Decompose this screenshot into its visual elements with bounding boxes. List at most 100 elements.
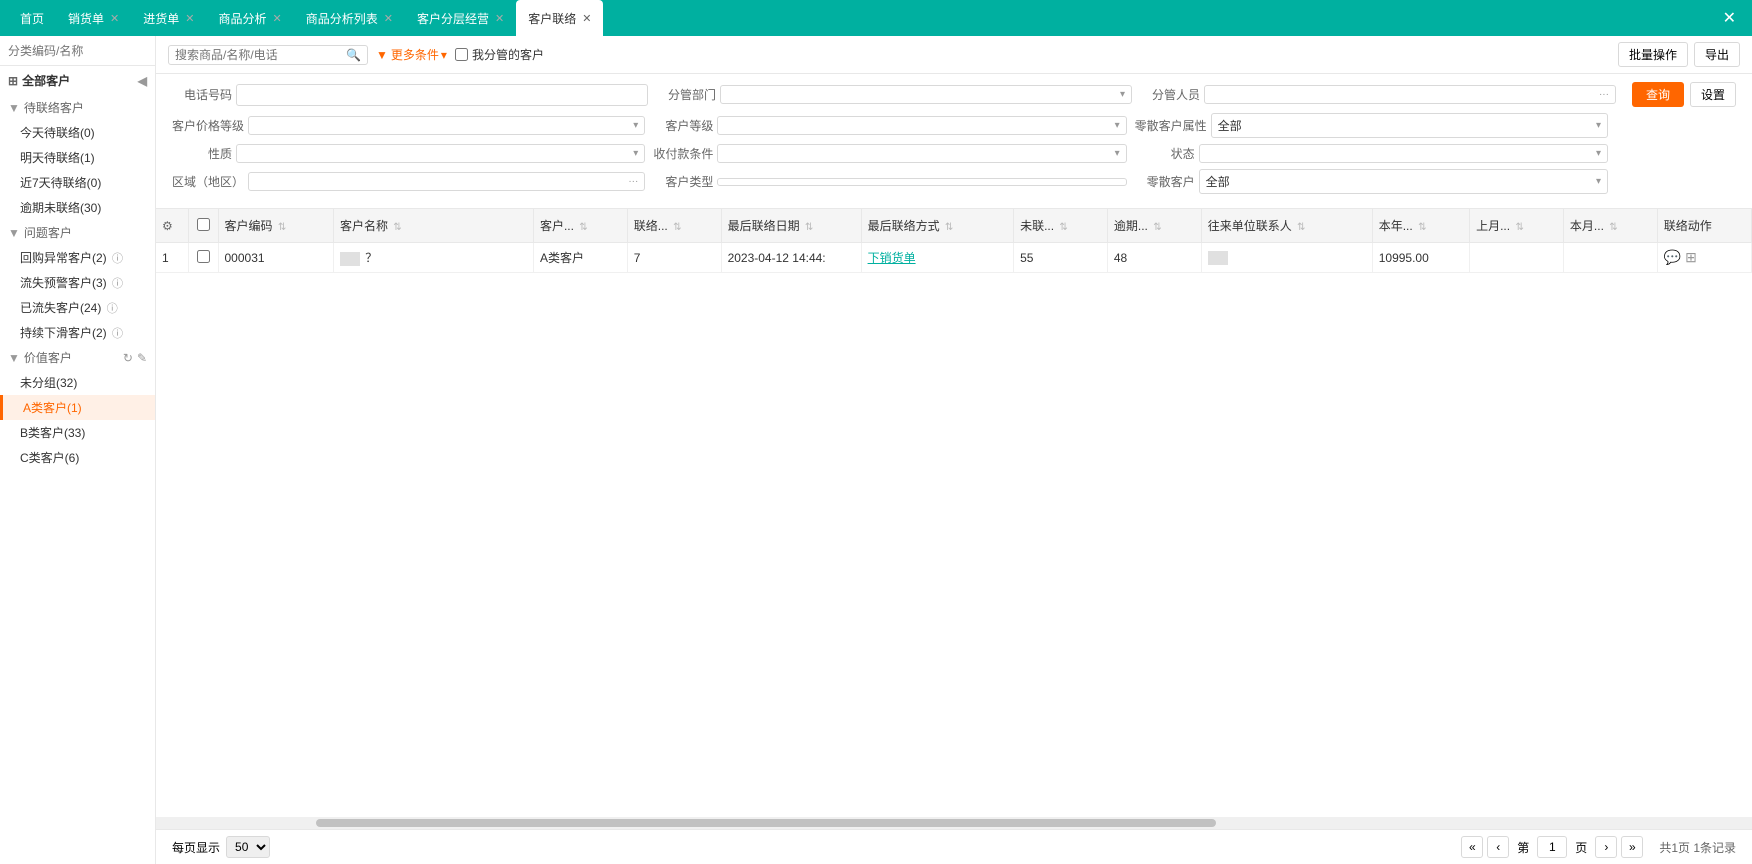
next-page-btn[interactable]: › — [1595, 836, 1617, 858]
page-number-input[interactable] — [1537, 836, 1567, 858]
customer-level-select[interactable]: ▾ — [717, 116, 1126, 135]
sort-date[interactable]: ⇅ — [805, 222, 813, 233]
close-product-analysis[interactable]: ✕ — [273, 12, 282, 25]
horizontal-scrollbar[interactable] — [156, 817, 1752, 829]
sort-unit[interactable]: ⇅ — [1297, 222, 1305, 233]
sidebar-search-container: 🔍 — [0, 36, 155, 66]
retail-customer-select[interactable]: 全部 ▾ — [1199, 169, 1608, 194]
prev-page-btn[interactable]: ‹ — [1487, 836, 1509, 858]
price-level-select[interactable]: ▾ — [248, 116, 645, 135]
close-customer-segmentation[interactable]: ✕ — [495, 12, 504, 25]
batch-op-button[interactable]: 批量操作 — [1618, 42, 1688, 67]
nav-purchase-order[interactable]: 进货单 ✕ — [131, 0, 206, 36]
sort-contact[interactable]: ⇅ — [673, 222, 681, 233]
close-product-analysis-list[interactable]: ✕ — [384, 12, 393, 25]
filter-search-input[interactable] — [175, 48, 346, 62]
nav-product-analysis-list[interactable]: 商品分析列表 ✕ — [294, 0, 405, 36]
payment-select[interactable]: ▾ — [717, 144, 1126, 163]
arrow-value: ▼ — [8, 351, 20, 365]
more-conditions-btn[interactable]: ▼ 更多条件 ▾ — [376, 46, 447, 63]
sidebar-item-unclassified[interactable]: 未分组(32) — [0, 370, 155, 395]
first-page-btn[interactable]: « — [1461, 836, 1483, 858]
group-value-customers[interactable]: ▼ 价值客户 ↻ ✎ — [0, 345, 155, 370]
sort-this-month[interactable]: ⇅ — [1609, 222, 1617, 233]
qr-icon[interactable]: ⊞ — [1685, 249, 1697, 266]
settings-button[interactable]: 设置 — [1690, 82, 1736, 107]
all-customers-header[interactable]: ⊞ 全部客户 ◀ — [0, 66, 155, 95]
select-all-checkbox[interactable] — [197, 218, 210, 231]
sidebar-item-churn-warning[interactable]: 流失预警客户(3) ⓘ — [0, 270, 155, 295]
row-checkbox[interactable] — [197, 250, 210, 263]
nature-select[interactable]: ▾ — [236, 144, 645, 163]
query-button[interactable]: 查询 — [1632, 82, 1684, 107]
th-contact: 联络... ⇅ — [627, 209, 721, 243]
nav-customer-segmentation[interactable]: 客户分层经营 ✕ — [405, 0, 516, 36]
close-sales-order[interactable]: ✕ — [110, 12, 119, 25]
person-select[interactable]: ··· — [1204, 85, 1616, 104]
nav-product-analysis[interactable]: 商品分析 ✕ — [206, 0, 293, 36]
my-customers-checkbox-area[interactable]: 我分管的客户 — [455, 46, 544, 63]
sidebar-item-repurchase-abnormal[interactable]: 回购异常客户(2) ⓘ — [0, 245, 155, 270]
person-arrow: ··· — [1599, 89, 1609, 100]
name-color-block — [340, 252, 360, 266]
value-group-actions: ↻ ✎ — [119, 351, 147, 365]
retail-attr-select[interactable]: 全部 ▾ — [1211, 113, 1608, 138]
close-purchase-order[interactable]: ✕ — [185, 12, 194, 25]
th-overdue: 逾期... ⇅ — [1107, 209, 1201, 243]
sidebar-item-7days[interactable]: 近7天待联络(0) — [0, 170, 155, 195]
sort-name[interactable]: ⇅ — [393, 222, 401, 233]
sort-method[interactable]: ⇅ — [945, 222, 953, 233]
last-page-btn[interactable]: » — [1621, 836, 1643, 858]
my-customers-checkbox[interactable] — [455, 48, 468, 61]
scroll-thumb — [316, 819, 1216, 827]
export-button[interactable]: 导出 — [1694, 42, 1740, 67]
sort-last-month[interactable]: ⇅ — [1515, 222, 1523, 233]
group-pending-contact[interactable]: ▼ 待联络客户 — [0, 95, 155, 120]
sidebar-item-churned[interactable]: 已流失客户(24) ⓘ — [0, 295, 155, 320]
nav-customer-contact[interactable]: 客户联络 ✕ — [516, 0, 603, 36]
chat-icon[interactable]: 💬 — [1664, 249, 1681, 266]
sidebar-collapse-icon[interactable]: ◀ — [138, 74, 147, 88]
sidebar-item-class-a[interactable]: A类客户(1) — [0, 395, 155, 420]
sort-code[interactable]: ⇅ — [278, 222, 286, 233]
th-last-contact-date: 最后联络日期 ⇅ — [721, 209, 861, 243]
retail-customer-arrow: ▾ — [1596, 176, 1601, 187]
filter-row-4: 区域（地区） ··· 客户类型 零散客户 全部 — [172, 169, 1736, 194]
info-icon-1: ⓘ — [112, 253, 123, 265]
refresh-icon[interactable]: ↻ — [123, 351, 133, 365]
sidebar-item-declining[interactable]: 持续下滑客户(2) ⓘ — [0, 320, 155, 345]
group-problem-customers[interactable]: ▼ 问题客户 — [0, 220, 155, 245]
sidebar-item-today[interactable]: 今天待联络(0) — [0, 120, 155, 145]
th-last-month: 上月... ⇅ — [1470, 209, 1564, 243]
th-category: 客户... ⇅ — [533, 209, 627, 243]
page-size-dropdown[interactable]: 50 — [226, 836, 270, 858]
customer-type-select[interactable] — [717, 178, 1126, 186]
edit-icon[interactable]: ✎ — [137, 351, 147, 365]
sidebar-item-tomorrow[interactable]: 明天待联络(1) — [0, 145, 155, 170]
region-select[interactable]: ··· — [248, 172, 645, 191]
sidebar-search-input[interactable] — [8, 44, 156, 58]
retail-attr-arrow: ▾ — [1596, 120, 1601, 131]
sidebar-item-class-b[interactable]: B类客户(33) — [0, 420, 155, 445]
sort-category[interactable]: ⇅ — [579, 222, 587, 233]
row-actions-container: 💬 ⊞ — [1664, 249, 1745, 266]
status-select[interactable]: ▾ — [1199, 144, 1608, 163]
close-customer-contact[interactable]: ✕ — [582, 12, 591, 25]
sidebar-item-class-c[interactable]: C类客户(6) — [0, 445, 155, 470]
sort-year[interactable]: ⇅ — [1418, 222, 1426, 233]
sidebar-item-overdue[interactable]: 逾期未联络(30) — [0, 195, 155, 220]
sort-no-contact[interactable]: ⇅ — [1059, 222, 1067, 233]
window-close-button[interactable]: ✕ — [1715, 8, 1744, 28]
table-settings-icon[interactable]: ⚙ — [162, 219, 173, 233]
filter-search-icon[interactable]: 🔍 — [346, 48, 361, 62]
filter-bar: 🔍 ▼ 更多条件 ▾ 我分管的客户 批量操作 导出 — [156, 36, 1752, 74]
last-method-link[interactable]: 下销货单 — [868, 251, 916, 265]
filter-customer-level: 客户等级 ▾ — [653, 116, 1126, 135]
nav-sales-order[interactable]: 销货单 ✕ — [56, 0, 131, 36]
phone-input[interactable] — [236, 84, 648, 106]
th-this-month: 本月... ⇅ — [1563, 209, 1657, 243]
sort-overdue[interactable]: ⇅ — [1153, 222, 1161, 233]
filter-phone: 电话号码 — [172, 84, 648, 106]
nav-home[interactable]: 首页 — [8, 0, 56, 36]
dept-select[interactable]: ▾ — [720, 85, 1132, 104]
